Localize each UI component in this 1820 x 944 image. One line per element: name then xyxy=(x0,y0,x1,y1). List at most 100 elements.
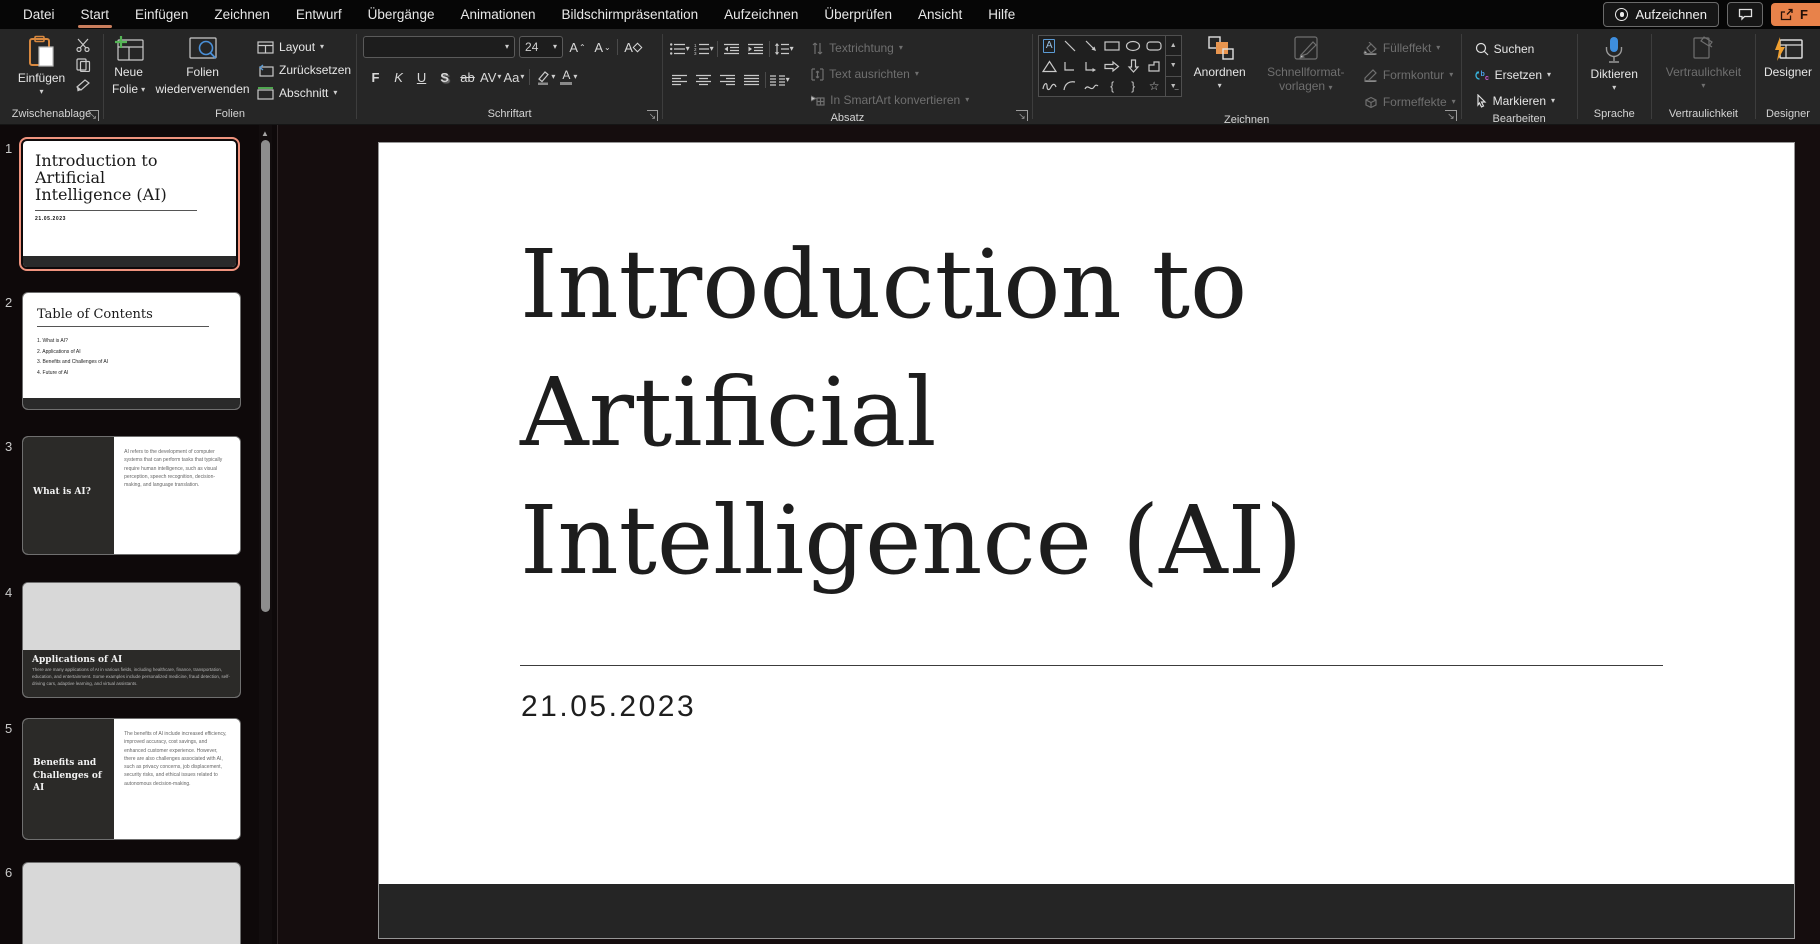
increase-font-button[interactable]: A⌃ xyxy=(567,36,588,58)
menu-start[interactable]: Start xyxy=(68,0,123,29)
gallery-scroll-up[interactable]: ▲ xyxy=(1166,36,1181,56)
menu-uebergaenge[interactable]: Übergänge xyxy=(355,0,448,29)
shape-star-icon[interactable]: ☆ xyxy=(1144,76,1165,96)
clear-formatting-button[interactable]: A xyxy=(622,36,643,58)
thumb4-image-placeholder xyxy=(23,583,240,650)
slide-title-textbox[interactable]: Introduction to Artificial Intelligence … xyxy=(520,221,1302,605)
thumbnail-slide-6[interactable] xyxy=(23,863,240,944)
section-button[interactable]: Abschnitt ▾ xyxy=(254,82,354,104)
thumbnail-scrollbar-thumb[interactable] xyxy=(261,140,270,612)
align-center-button[interactable] xyxy=(693,69,714,91)
layout-button[interactable]: Layout ▾ xyxy=(254,36,354,58)
menu-hilfe[interactable]: Hilfe xyxy=(975,0,1028,29)
align-right-button[interactable] xyxy=(717,69,738,91)
menu-animationen[interactable]: Animationen xyxy=(447,0,548,29)
gallery-more-button[interactable]: ▼̲ xyxy=(1166,77,1181,96)
menu-zeichnen[interactable]: Zeichnen xyxy=(201,0,283,29)
strikethrough-button[interactable]: ab xyxy=(457,66,478,88)
menu-ueberpruefen[interactable]: Überprüfen xyxy=(811,0,905,29)
thumbnail-slide-2[interactable]: Table of Contents 1. What is AI? 2. Appl… xyxy=(23,293,240,409)
shape-arc-icon[interactable] xyxy=(1060,76,1081,96)
copy-button[interactable] xyxy=(75,58,91,72)
font-color-button[interactable]: A ▾ xyxy=(558,66,579,88)
decrease-font-button[interactable]: A⌄ xyxy=(592,36,613,58)
bullets-button[interactable]: ▾ xyxy=(669,38,690,60)
underline-button[interactable]: U xyxy=(411,66,432,88)
convert-smartart-button[interactable]: In SmartArt konvertieren ▾ xyxy=(808,89,972,111)
change-case-button[interactable]: Aa▾ xyxy=(503,66,524,88)
shape-rounded-rectangle-icon[interactable] xyxy=(1144,36,1165,56)
menu-ansicht[interactable]: Ansicht xyxy=(905,0,975,29)
menu-einfuegen[interactable]: Einfügen xyxy=(122,0,201,29)
gallery-scroll-down[interactable]: ▼ xyxy=(1166,56,1181,76)
shape-scribble-icon[interactable] xyxy=(1039,76,1060,96)
find-button[interactable]: Suchen xyxy=(1472,38,1575,60)
shape-triangle-icon[interactable] xyxy=(1039,56,1060,76)
decrease-indent-button[interactable] xyxy=(721,38,742,60)
shape-oval-icon[interactable] xyxy=(1123,36,1144,56)
shape-elbow-icon[interactable] xyxy=(1060,56,1081,76)
shape-line-icon[interactable] xyxy=(1060,36,1081,56)
cut-button[interactable] xyxy=(75,38,91,52)
font-name-combobox[interactable]: ▾ xyxy=(363,36,515,58)
character-spacing-button[interactable]: AV▾ xyxy=(480,66,501,88)
shape-effects-button[interactable]: Formeffekte ▾ xyxy=(1360,91,1459,113)
thumbnail-slide-1[interactable]: Introduction to Artificial Intelligence … xyxy=(19,137,240,271)
menu-bildschirmpraesentation[interactable]: Bildschirmpräsentation xyxy=(549,0,712,29)
shape-arrow-down-icon[interactable] xyxy=(1123,56,1144,76)
highlight-color-button[interactable]: ▾ xyxy=(535,66,556,88)
align-left-button[interactable] xyxy=(669,69,690,91)
shape-corner-icon[interactable] xyxy=(1144,56,1165,76)
replace-button[interactable]: b c Ersetzen ▾ xyxy=(1472,64,1575,86)
thumbnail-slide-4[interactable]: Applications of AI There are many applic… xyxy=(23,583,240,697)
line-spacing-button[interactable]: ▾ xyxy=(773,38,794,60)
paragraph-dialog-launcher[interactable]: ↘ xyxy=(1016,110,1028,121)
thumbnail-slide-5[interactable]: Benefits and Challenges of AI The benefi… xyxy=(23,719,240,839)
menu-datei[interactable]: Datei xyxy=(10,0,68,29)
shape-left-brace-icon[interactable]: { xyxy=(1102,76,1123,96)
columns-button[interactable]: ▾ xyxy=(769,69,790,91)
shape-rectangle-icon[interactable] xyxy=(1102,36,1123,56)
shape-right-brace-icon[interactable]: } xyxy=(1123,76,1144,96)
increase-indent-button[interactable] xyxy=(745,38,766,60)
select-button[interactable]: Markieren ▾ xyxy=(1472,90,1575,112)
shape-arrow-right-icon[interactable] xyxy=(1102,56,1123,76)
reset-button[interactable]: Zurücksetzen xyxy=(254,59,354,81)
drawing-dialog-launcher[interactable]: ↘ xyxy=(1445,110,1457,121)
shape-elbow-arrow-icon[interactable] xyxy=(1081,56,1102,76)
dictate-button[interactable]: Diktieren ▾ xyxy=(1585,32,1644,94)
shape-outline-button[interactable]: Formkontur ▾ xyxy=(1360,64,1459,86)
bold-button[interactable]: F xyxy=(365,66,386,88)
new-slide-icon xyxy=(113,35,145,63)
sensitivity-button[interactable]: Vertraulichkeit ▾ xyxy=(1660,32,1747,92)
share-button[interactable]: F xyxy=(1771,3,1820,26)
menu-aufzeichnen[interactable]: Aufzeichnen xyxy=(711,0,811,29)
text-direction-button[interactable]: Textrichtung ▾ xyxy=(808,37,972,59)
record-button[interactable]: Aufzeichnen xyxy=(1603,2,1719,27)
comments-button[interactable] xyxy=(1727,2,1763,27)
paste-button[interactable]: Einfügen ▾ xyxy=(12,32,71,98)
align-text-button[interactable]: Text ausrichten ▾ xyxy=(808,63,972,85)
format-painter-button[interactable] xyxy=(75,78,91,92)
designer-button[interactable]: Designer xyxy=(1758,32,1818,83)
arrange-button[interactable]: Anordnen ▾ xyxy=(1188,32,1252,92)
slide-date-textbox[interactable]: 21.05.2023 xyxy=(521,690,696,724)
shape-arrow-icon[interactable] xyxy=(1081,36,1102,56)
quick-styles-button[interactable]: Schnellformat- vorlagen ▾ xyxy=(1258,32,1354,97)
quick-styles-icon xyxy=(1291,35,1321,63)
shape-curve-icon[interactable] xyxy=(1081,76,1102,96)
scrollbar-up-arrow[interactable]: ▲ xyxy=(261,129,269,138)
new-slide-button[interactable]: Neue Folie ▾ xyxy=(106,32,151,100)
shape-textbox-icon[interactable]: A xyxy=(1039,36,1060,56)
shape-fill-button[interactable]: Fülleffekt ▾ xyxy=(1360,37,1459,59)
text-shadow-button[interactable]: S xyxy=(434,66,455,88)
reuse-slides-button[interactable]: Folien wiederverwenden xyxy=(153,32,252,100)
font-size-combobox[interactable]: 24 ▾ xyxy=(519,36,563,58)
justify-button[interactable] xyxy=(741,69,762,91)
thumbnail-slide-3[interactable]: What is AI? AI refers to the development… xyxy=(23,437,240,554)
menu-entwurf[interactable]: Entwurf xyxy=(283,0,355,29)
font-dialog-launcher[interactable]: ↘ xyxy=(647,110,659,121)
clipboard-dialog-launcher[interactable]: ↘ xyxy=(88,110,100,121)
numbering-button[interactable]: 123 ▾ xyxy=(693,38,714,60)
italic-button[interactable]: K xyxy=(388,66,409,88)
